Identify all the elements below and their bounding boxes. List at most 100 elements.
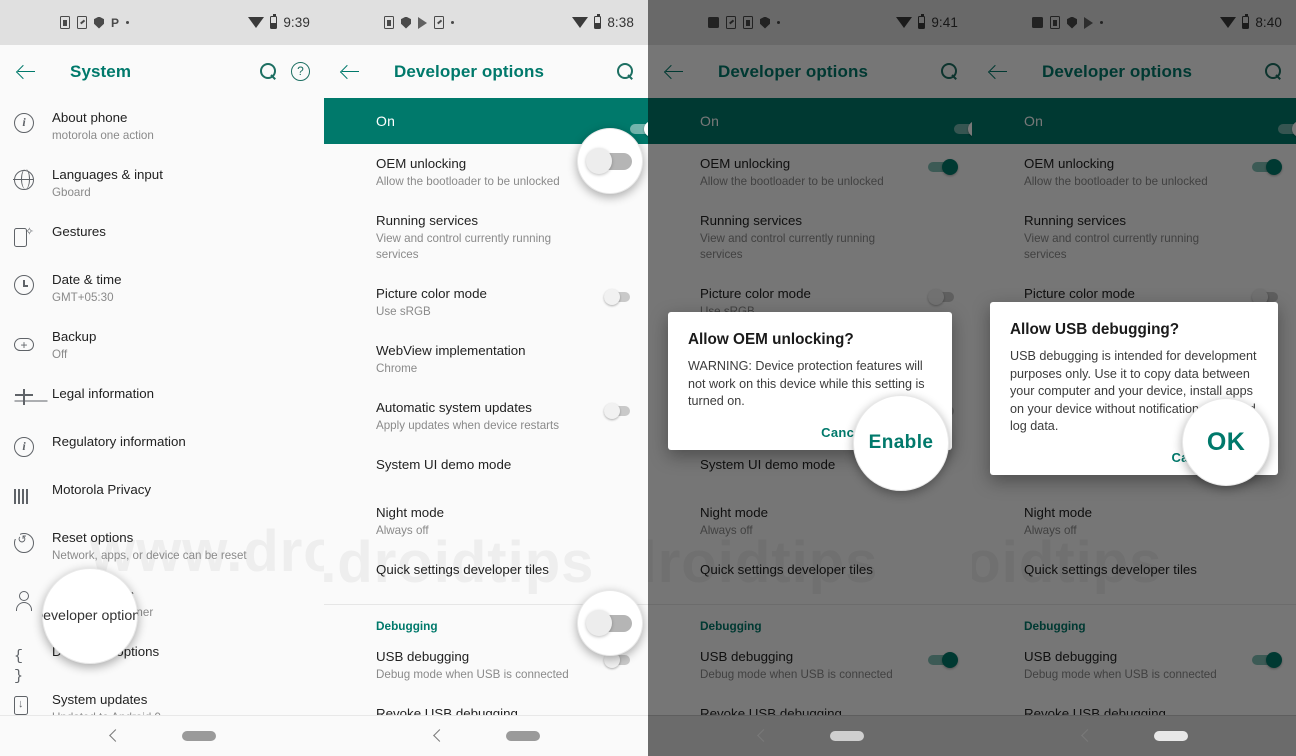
oem-unlocking-toggle[interactable]	[1230, 155, 1282, 175]
dot-icon	[1100, 21, 1103, 24]
search-icon[interactable]	[617, 63, 634, 80]
list-item[interactable]: Reset options Network, apps, or device c…	[0, 518, 324, 575]
shield-icon	[401, 16, 411, 29]
list-item[interactable]: Legal information	[0, 374, 324, 422]
list-item[interactable]: Night mode Always off	[972, 493, 1296, 550]
automatic-system-updates-toggle[interactable]	[582, 399, 634, 419]
list-item-title: USB debugging	[700, 649, 794, 664]
list-item[interactable]: Running services View and control curren…	[324, 201, 648, 274]
sim-icon	[60, 16, 70, 29]
list-item[interactable]: Picture color mode Use sRGB	[324, 274, 648, 331]
list-item[interactable]: Night mode Always off	[324, 493, 648, 550]
list-item-title: OEM unlocking	[376, 156, 467, 171]
status-bar: P 9:39	[0, 0, 324, 45]
image-icon	[708, 17, 719, 28]
magnifier-lens-usb-debugging-toggle	[577, 590, 643, 656]
list-item-subtitle: Debug mode when USB is connected	[1024, 668, 1217, 681]
list-item-title: Running services	[376, 213, 478, 228]
nav-home-pill[interactable]	[1154, 731, 1188, 741]
status-bar-notification-icons	[708, 16, 780, 29]
dot-icon	[451, 21, 454, 24]
list-item-title: Running services	[1024, 213, 1126, 228]
list-item-title: Legal information	[52, 386, 155, 401]
oem-unlocking-toggle[interactable]	[906, 155, 958, 175]
list-item[interactable]: Gestures	[0, 212, 324, 260]
section-header-debugging: Debugging	[700, 619, 762, 633]
list-item-subtitle: Debug mode when USB is connected	[700, 668, 893, 681]
list-item[interactable]: System UI demo mode	[324, 445, 648, 493]
braces-icon: { }	[14, 648, 24, 685]
battery-icon	[918, 14, 926, 29]
back-arrow-icon[interactable]	[986, 59, 1012, 85]
list-item-title: WebView implementation	[376, 343, 526, 358]
developer-options-master-banner[interactable]: On	[648, 98, 972, 144]
setting-usb-debugging[interactable]: USB debugging Debug mode when USB is con…	[648, 637, 972, 694]
search-icon[interactable]	[1265, 63, 1282, 80]
setting-oem-unlocking[interactable]: OEM unlocking Allow the bootloader to be…	[972, 144, 1296, 201]
list-item[interactable]: Date & time GMT+05:30	[0, 260, 324, 317]
list-item[interactable]: Running services View and control curren…	[972, 201, 1296, 274]
picture-color-mode-toggle[interactable]	[906, 285, 958, 305]
panel-developer-options-off: 8:38 Developer options On www.droidtips	[324, 0, 648, 756]
list-item-title: Automatic system updates	[376, 400, 532, 415]
nav-back-icon[interactable]	[108, 730, 120, 742]
list-item-title: About phone	[52, 110, 128, 125]
wifi-icon	[1220, 17, 1237, 28]
magnifier-lens-developer-options: Developer options	[42, 568, 138, 664]
shield-icon	[1067, 16, 1077, 29]
status-bar-clock: 8:40	[1255, 15, 1282, 30]
page-title: Developer options	[1042, 61, 1193, 81]
setting-oem-unlocking[interactable]: OEM unlocking Allow the bootloader to be…	[648, 144, 972, 201]
nav-home-pill[interactable]	[830, 731, 864, 741]
list-item[interactable]: Languages & input Gboard	[0, 155, 324, 212]
nav-back-icon[interactable]	[1080, 730, 1092, 742]
setting-usb-debugging[interactable]: USB debugging Debug mode when USB is con…	[972, 637, 1296, 694]
magnifier-lens-label: OK	[1206, 427, 1246, 456]
nav-back-icon[interactable]	[432, 730, 444, 742]
list-item-title: Languages & input	[52, 167, 163, 182]
list-item[interactable]: Backup Off	[0, 317, 324, 374]
picture-color-mode-toggle[interactable]	[582, 285, 634, 305]
play-icon	[418, 16, 427, 29]
list-item[interactable]: Running services View and control curren…	[648, 201, 972, 274]
cloud-icon	[14, 328, 52, 354]
screenshot-stage: P 9:39 System ? www.droidtips i	[0, 0, 1296, 756]
grid-icon	[14, 481, 52, 507]
wifi-icon	[248, 17, 265, 28]
back-arrow-icon[interactable]	[338, 59, 364, 85]
search-icon[interactable]	[260, 63, 277, 80]
navigation-bar	[324, 715, 648, 756]
list-item[interactable]: WebView implementation Chrome	[324, 331, 648, 388]
nav-home-pill[interactable]	[182, 731, 216, 741]
magnifier-lens-oem-toggle	[577, 128, 643, 194]
search-icon[interactable]	[941, 63, 958, 80]
app-bar: Developer options	[324, 45, 648, 98]
list-item[interactable]: Quick settings developer tiles	[972, 550, 1296, 598]
list-item-subtitle: Use sRGB	[376, 305, 431, 318]
list-item-title: Regulatory information	[52, 434, 186, 449]
nav-back-icon[interactable]	[756, 730, 768, 742]
status-bar-system-icons: 8:38	[572, 14, 634, 30]
back-arrow-icon[interactable]	[662, 59, 688, 85]
info-icon: i	[14, 109, 52, 135]
list-item-subtitle: Always off	[376, 524, 429, 537]
list-item[interactable]: Motorola Privacy	[0, 470, 324, 518]
list-item-title: OEM unlocking	[1024, 156, 1115, 171]
status-bar: 8:40	[972, 0, 1296, 45]
status-bar-system-icons: 9:41	[896, 14, 958, 30]
help-icon[interactable]: ?	[291, 62, 310, 81]
dot-icon	[777, 21, 780, 24]
list-item[interactable]: Automatic system updates Apply updates w…	[324, 388, 648, 445]
usb-debugging-toggle[interactable]	[906, 648, 958, 668]
nav-home-pill[interactable]	[506, 731, 540, 741]
list-item[interactable]: i Regulatory information	[0, 422, 324, 470]
master-toggle-label: On	[700, 113, 720, 129]
usb-debugging-toggle[interactable]	[1230, 648, 1282, 668]
list-item-title: Gestures	[52, 224, 106, 239]
list-item-title: Night mode	[1024, 505, 1092, 520]
developer-options-master-banner[interactable]: On	[972, 98, 1296, 144]
list-item[interactable]: i About phone motorola one action	[0, 98, 324, 155]
back-arrow-icon[interactable]	[14, 59, 40, 85]
list-item[interactable]: Night mode Always off	[648, 493, 972, 550]
list-item[interactable]: Quick settings developer tiles	[648, 550, 972, 598]
